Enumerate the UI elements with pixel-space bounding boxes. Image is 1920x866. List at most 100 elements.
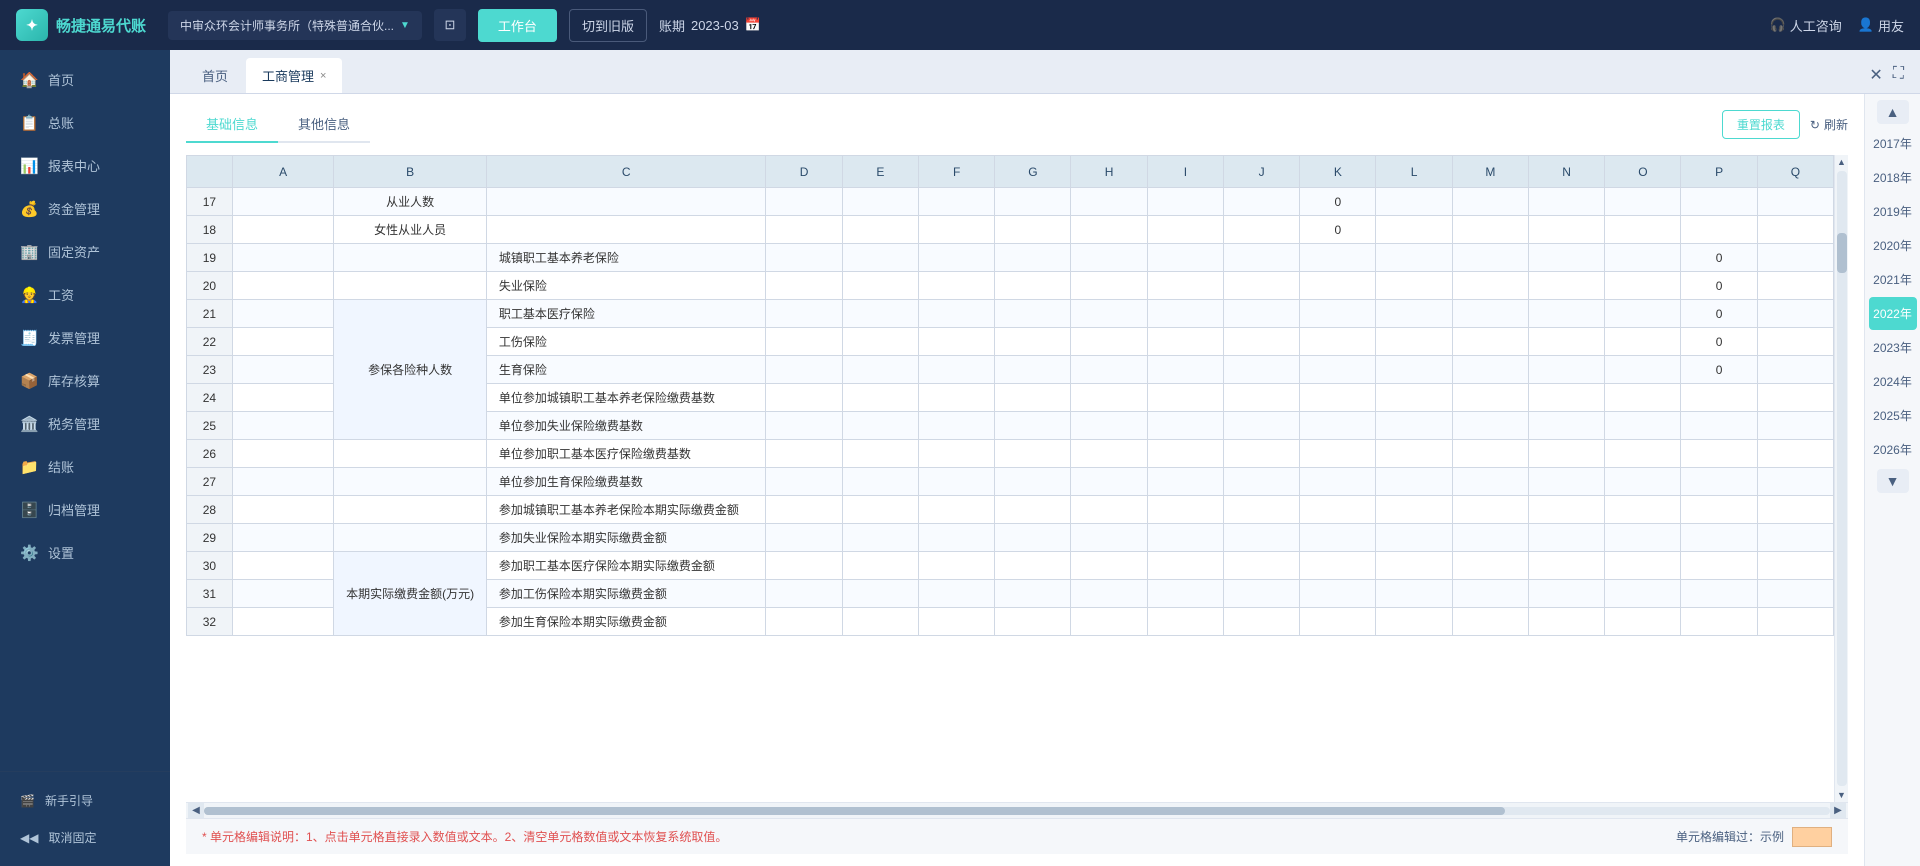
window-expand-icon[interactable]: ⛶ — [1893, 65, 1904, 85]
cell-empty[interactable] — [1452, 580, 1528, 608]
cell-c[interactable] — [486, 188, 766, 216]
sidebar-item-ledger[interactable]: 📋 总账 — [0, 101, 170, 144]
cell-c[interactable] — [486, 216, 766, 244]
cell-empty[interactable] — [1071, 608, 1147, 636]
cell-b[interactable] — [334, 272, 487, 300]
cell-a[interactable] — [232, 524, 334, 552]
cell-a[interactable] — [232, 440, 334, 468]
cell-empty[interactable] — [1223, 328, 1299, 356]
cell-empty[interactable] — [1071, 552, 1147, 580]
cell-p-value[interactable]: 0 — [1681, 356, 1757, 384]
cell-empty[interactable] — [1223, 216, 1299, 244]
cell-empty[interactable] — [1681, 216, 1757, 244]
cell-empty[interactable] — [1300, 496, 1376, 524]
cell-empty[interactable] — [995, 300, 1071, 328]
cell-empty[interactable] — [1071, 440, 1147, 468]
cell-empty[interactable] — [918, 216, 994, 244]
cell-p-value[interactable]: 0 — [1681, 244, 1757, 272]
year-item[interactable]: 2018年 — [1869, 161, 1917, 194]
year-item[interactable]: 2023年 — [1869, 331, 1917, 364]
cell-p-value[interactable]: 0 — [1681, 328, 1757, 356]
cell-c[interactable]: 城镇职工基本养老保险 — [486, 244, 766, 272]
cell-empty[interactable] — [918, 496, 994, 524]
horizontal-scrollbar[interactable]: ◀ ▶ — [186, 802, 1848, 818]
cell-a[interactable] — [232, 300, 334, 328]
cell-empty[interactable] — [1528, 300, 1604, 328]
cell-empty[interactable] — [918, 328, 994, 356]
cell-c[interactable]: 单位参加城镇职工基本养老保险缴费基数 — [486, 384, 766, 412]
cell-empty[interactable] — [995, 356, 1071, 384]
cell-empty[interactable] — [766, 356, 842, 384]
cell-empty[interactable] — [1376, 524, 1452, 552]
scroll-right-button[interactable]: ▶ — [1830, 803, 1846, 819]
cell-empty[interactable] — [766, 244, 842, 272]
cell-empty[interactable] — [1223, 524, 1299, 552]
cell-a[interactable] — [232, 216, 334, 244]
cell-empty[interactable] — [1300, 384, 1376, 412]
sidebar-item-settings[interactable]: ⚙️ 设置 — [0, 531, 170, 574]
cell-q[interactable] — [1757, 440, 1833, 468]
cell-p-value[interactable] — [1681, 552, 1757, 580]
cell-empty[interactable] — [842, 608, 918, 636]
sidebar-item-home[interactable]: 🏠 首页 — [0, 58, 170, 101]
tab-close-button[interactable]: × — [320, 70, 326, 82]
cell-empty[interactable] — [918, 188, 994, 216]
cell-empty[interactable] — [1147, 244, 1223, 272]
year-prev-button[interactable]: ▲ — [1877, 100, 1909, 124]
cell-empty[interactable] — [1452, 440, 1528, 468]
cell-empty[interactable] — [995, 580, 1071, 608]
cell-empty[interactable] — [1528, 328, 1604, 356]
cell-empty[interactable] — [1452, 524, 1528, 552]
calendar-icon[interactable]: 📅 — [745, 17, 761, 33]
cell-empty[interactable] — [766, 188, 842, 216]
cell-p-value[interactable] — [1681, 440, 1757, 468]
cell-empty[interactable] — [995, 272, 1071, 300]
cell-empty[interactable] — [1528, 356, 1604, 384]
cell-empty[interactable] — [842, 188, 918, 216]
cell-c[interactable]: 参加城镇职工基本养老保险本期实际缴费金额 — [486, 496, 766, 524]
cell-empty[interactable] — [1452, 272, 1528, 300]
cell-empty[interactable] — [995, 384, 1071, 412]
cell-a[interactable] — [232, 552, 334, 580]
cell-empty[interactable] — [1071, 412, 1147, 440]
cell-empty[interactable] — [1757, 188, 1833, 216]
cell-empty[interactable] — [1605, 188, 1681, 216]
cell-empty[interactable] — [995, 608, 1071, 636]
sidebar-item-guide[interactable]: 🎬 新手引导 — [0, 782, 170, 819]
cell-empty[interactable] — [1300, 608, 1376, 636]
cell-empty[interactable] — [1223, 580, 1299, 608]
cell-c[interactable]: 单位参加失业保险缴费基数 — [486, 412, 766, 440]
cell-c[interactable]: 参加职工基本医疗保险本期实际缴费金额 — [486, 552, 766, 580]
cell-empty[interactable] — [1300, 244, 1376, 272]
cell-empty[interactable] — [918, 608, 994, 636]
cell-q[interactable] — [1757, 496, 1833, 524]
cell-empty[interactable] — [766, 552, 842, 580]
cell-empty[interactable] — [1452, 384, 1528, 412]
cell-q[interactable] — [1757, 244, 1833, 272]
cell-empty[interactable] — [1223, 440, 1299, 468]
cell-empty[interactable] — [1376, 328, 1452, 356]
year-item[interactable]: 2019年 — [1869, 195, 1917, 228]
cell-q[interactable] — [1757, 608, 1833, 636]
h-scroll-track[interactable] — [204, 807, 1830, 815]
year-item[interactable]: 2026年 — [1869, 433, 1917, 466]
cell-b[interactable] — [334, 524, 487, 552]
cell-empty[interactable] — [918, 440, 994, 468]
cell-empty[interactable] — [1071, 356, 1147, 384]
cell-empty[interactable] — [1071, 300, 1147, 328]
cell-empty[interactable] — [766, 496, 842, 524]
cell-empty[interactable] — [766, 468, 842, 496]
cell-empty[interactable] — [1300, 412, 1376, 440]
copy-button[interactable]: ⊡ — [434, 9, 466, 41]
cell-empty[interactable] — [842, 440, 918, 468]
cell-p-value[interactable]: 0 — [1681, 300, 1757, 328]
cell-empty[interactable] — [842, 412, 918, 440]
cell-empty[interactable] — [1528, 440, 1604, 468]
service-button[interactable]: 🎧 人工咨询 — [1770, 16, 1842, 35]
year-item[interactable]: 2022年 — [1869, 297, 1917, 330]
vertical-scrollbar[interactable]: ▲ ▼ — [1834, 155, 1848, 802]
cell-p-value[interactable] — [1681, 608, 1757, 636]
cell-b[interactable]: 从业人数 — [334, 188, 487, 216]
cell-empty[interactable] — [918, 300, 994, 328]
cell-b[interactable] — [334, 244, 487, 272]
